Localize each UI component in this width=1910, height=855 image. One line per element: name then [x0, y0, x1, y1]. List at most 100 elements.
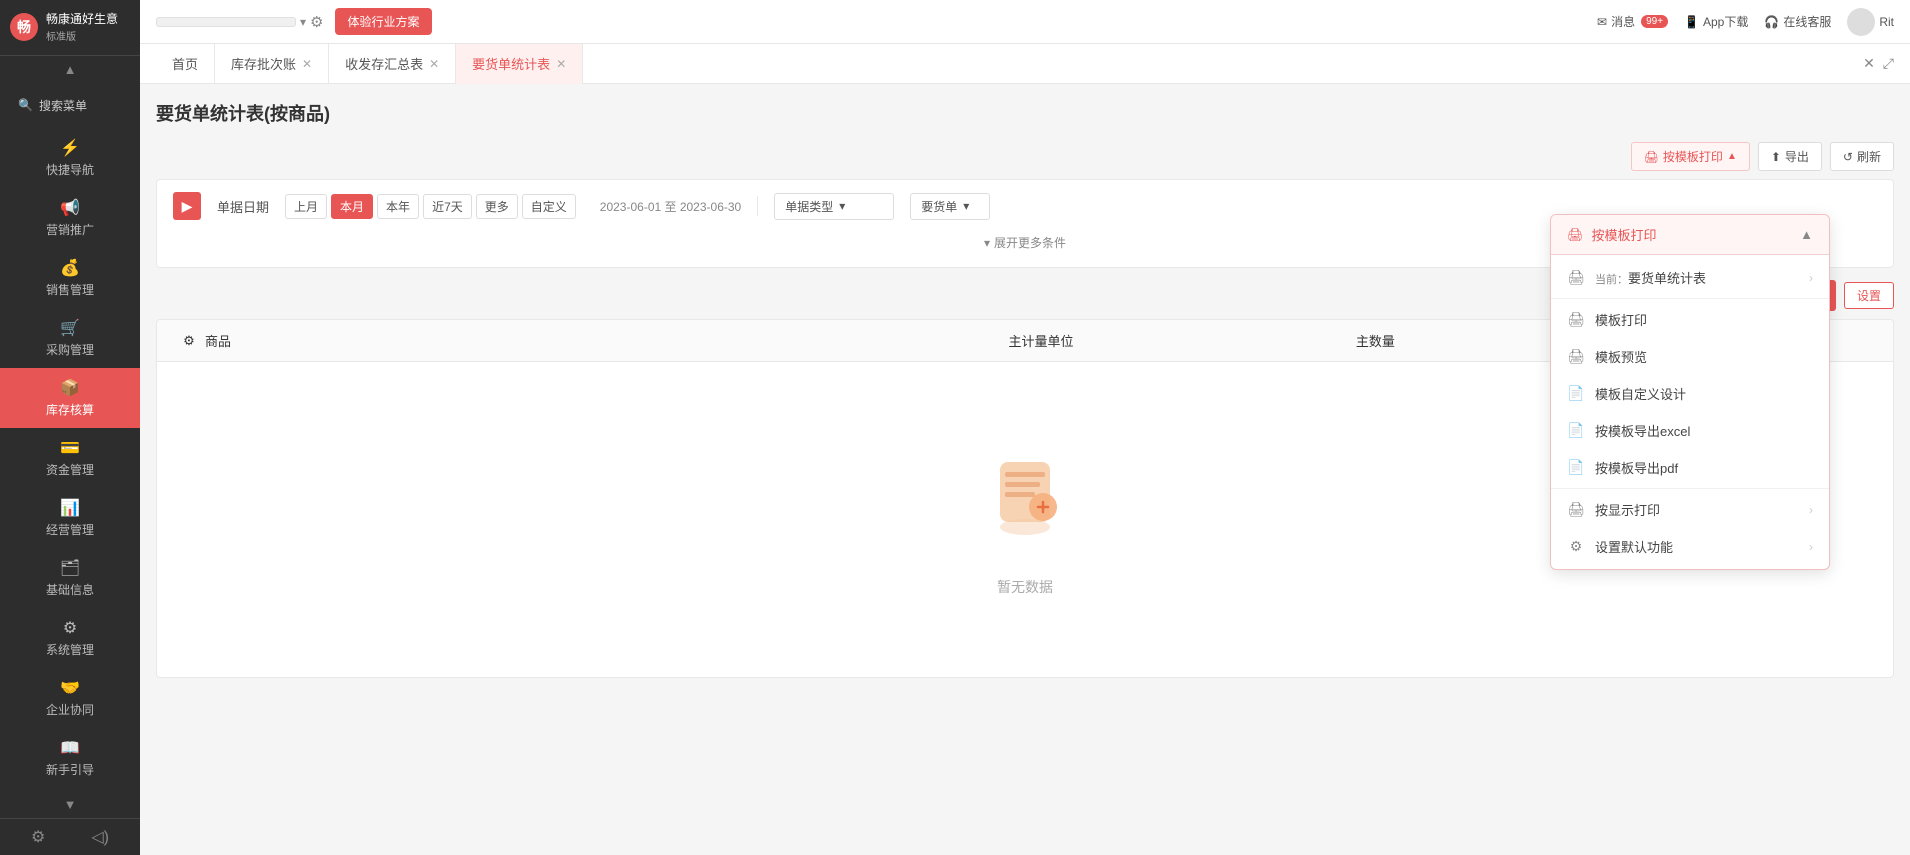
tab-order-stats[interactable]: 要货单统计表 ✕ [456, 44, 583, 84]
sidebar-item-enterprise[interactable]: 🤝 企业协同 [0, 668, 140, 728]
dropdown-item-template-preview[interactable]: 🖨 模板预览 [1551, 338, 1829, 375]
dropdown-item-template-design[interactable]: 📄 模板自定义设计 [1551, 375, 1829, 412]
enterprise-nav-icon: 🤝 [60, 678, 80, 698]
order-type-label: 单据类型 [785, 198, 833, 215]
order-type-select[interactable]: 单据类型 ▾ [774, 193, 894, 220]
sidebar: 畅 畅康通好生意 标准版 ▲ 🔍 搜索菜单 ⚡ 快捷导航 📢 营销推广 💰 销售… [0, 0, 140, 855]
content: 要货单统计表(按商品) 🖨 按模板打印 ▲ ⬆ 导出 ↺ 刷新 ▶ [140, 84, 1910, 855]
logo: 畅 畅康通好生意 标准版 [0, 0, 140, 56]
prev-month-btn[interactable]: 上月 [285, 194, 327, 219]
dropdown-collapse-icon[interactable]: ▲ [1800, 227, 1813, 242]
refresh-btn[interactable]: ↺ 刷新 [1830, 142, 1894, 171]
sidebar-scroll-down[interactable]: ▼ [0, 791, 140, 818]
tab-home[interactable]: 首页 [156, 44, 215, 84]
template-print-label: 模板打印 [1595, 310, 1813, 329]
page-title: 要货单统计表(按商品) [156, 100, 1894, 126]
tab-order-stats-close[interactable]: ✕ [556, 57, 566, 71]
display-print-label: 按显示打印 [1595, 500, 1799, 519]
enterprise-nav-label: 企业协同 [46, 701, 94, 718]
tabs-right: ✕ ⤢ [1863, 55, 1894, 72]
sidebar-item-purchase[interactable]: 🛒 采购管理 [0, 308, 140, 368]
sidebar-nav: ⚡ 快捷导航 📢 营销推广 💰 销售管理 🛒 采购管理 📦 库存核算 💳 资金管… [0, 128, 140, 791]
order-type-select-icon: ▾ [839, 199, 845, 213]
order-status-select-icon: ▾ [963, 199, 969, 213]
settings-footer-icon[interactable]: ⚙ [31, 827, 45, 847]
dropdown-item-export-pdf[interactable]: 📄 按模板导出pdf [1551, 449, 1829, 486]
settings-btn[interactable]: 设置 [1844, 282, 1894, 309]
dropdown-item-current[interactable]: 🖨 当前：要货单统计表 › [1551, 259, 1829, 296]
topbar-dropdown-arrow[interactable]: ▾ [300, 15, 306, 29]
headset-icon: 🎧 [1764, 15, 1779, 29]
custom-date-btn[interactable]: 自定义 [522, 194, 576, 219]
tab-expand-icon[interactable]: ⤢ [1883, 55, 1894, 72]
export-pdf-icon: 📄 [1567, 459, 1585, 476]
more-dates-btn[interactable]: 更多 [476, 194, 518, 219]
dropdown-item-default-setting[interactable]: ⚙ 设置默认功能 › [1551, 528, 1829, 565]
trial-btn[interactable]: 体验行业方案 [335, 8, 431, 35]
online-service-btn[interactable]: 🎧 在线客服 [1764, 13, 1831, 30]
topbar-nav-left: ▾ ⚙ [156, 13, 323, 31]
tab-batch-account[interactable]: 库存批次账 ✕ [215, 44, 329, 84]
dropdown-title: 按模板打印 [1592, 225, 1657, 244]
volume-icon[interactable]: ◁) [91, 827, 109, 847]
dropdown-item-export-excel[interactable]: 📄 按模板导出excel [1551, 412, 1829, 449]
sidebar-item-finance[interactable]: 💳 资金管理 [0, 428, 140, 488]
dropdown-section: 🖨 当前：要货单统计表 › 🖨 模板打印 🖨 模板预览 📄 [1551, 255, 1829, 569]
sidebar-scroll-up[interactable]: ▲ [0, 56, 140, 83]
divider-2 [1551, 488, 1829, 489]
order-status-select[interactable]: 要货单 ▾ [910, 193, 990, 220]
sidebar-item-sales[interactable]: 💰 销售管理 [0, 248, 140, 308]
purchase-nav-icon: 🛒 [60, 318, 80, 338]
dropdown-item-template-print[interactable]: 🖨 模板打印 [1551, 301, 1829, 338]
tab-close-all-icon[interactable]: ✕ [1863, 55, 1875, 72]
sidebar-item-marketing[interactable]: 📢 营销推广 [0, 188, 140, 248]
sidebar-search-section: 🔍 搜索菜单 [0, 83, 140, 128]
sidebar-item-quick-nav[interactable]: ⚡ 快捷导航 [0, 128, 140, 188]
dropdown-header-right: ▲ [1800, 227, 1813, 242]
col-product: 商品 [205, 331, 874, 350]
topbar-right: ✉ 消息 99+ 📱 App下载 🎧 在线客服 Rit [1597, 8, 1894, 36]
tab-batch-account-close[interactable]: ✕ [302, 57, 312, 71]
divider-1 [1551, 298, 1829, 299]
export-btn[interactable]: ⬆ 导出 [1758, 142, 1822, 171]
basic-nav-label: 基础信息 [46, 581, 94, 598]
expand-conditions-btn[interactable]: ▾ 展开更多条件 [976, 230, 1074, 255]
app-icon: 📱 [1684, 15, 1699, 29]
export-pdf-label: 按模板导出pdf [1595, 458, 1813, 477]
date-range: 2023-06-01 至 2023-06-30 [600, 198, 741, 215]
dropdown-menu: 🖨 按模板打印 ▲ 🖨 当前：要货单统计表 › 🖨 [1550, 214, 1830, 570]
last-7days-btn[interactable]: 近7天 [423, 194, 472, 219]
sales-nav-icon: 💰 [60, 258, 80, 278]
sidebar-item-guide[interactable]: 📖 新手引导 [0, 728, 140, 788]
template-design-icon: 📄 [1567, 385, 1585, 402]
current-year-btn[interactable]: 本年 [377, 194, 419, 219]
tab-receipt-summary[interactable]: 收发存汇总表 ✕ [329, 44, 456, 84]
logo-name: 畅康通好生意 [46, 12, 118, 28]
message-label: 消息 [1611, 13, 1635, 30]
topbar-search-box[interactable] [156, 17, 296, 27]
current-month-btn[interactable]: 本月 [331, 194, 373, 219]
default-setting-arrow: › [1809, 540, 1813, 554]
app-download-btn[interactable]: 📱 App下载 [1684, 13, 1748, 30]
sidebar-item-basic[interactable]: 🗂 基础信息 [0, 548, 140, 608]
template-preview-label: 模板预览 [1595, 347, 1813, 366]
default-setting-label: 设置默认功能 [1595, 537, 1799, 556]
marketing-nav-label: 营销推广 [46, 221, 94, 238]
dropdown-item-display-print[interactable]: 🖨 按显示打印 › [1551, 491, 1829, 528]
print-btn[interactable]: 🖨 按模板打印 ▲ [1631, 142, 1750, 171]
tab-receipt-summary-close[interactable]: ✕ [429, 57, 439, 71]
sidebar-item-system[interactable]: ⚙ 系统管理 [0, 608, 140, 668]
col-gear[interactable]: ⚙ [173, 333, 205, 349]
filter-expand-btn[interactable]: ▶ [173, 192, 201, 220]
current-template-arrow: › [1809, 271, 1813, 285]
sidebar-item-operations[interactable]: 📊 经营管理 [0, 488, 140, 548]
topbar-gear-icon[interactable]: ⚙ [310, 13, 323, 31]
avatar-btn[interactable]: Rit [1847, 8, 1894, 36]
inventory-nav-label: 库存核算 [46, 401, 94, 418]
dropdown-printer-icon: 🖨 [1567, 227, 1584, 243]
sidebar-item-inventory[interactable]: 📦 库存核算 [0, 368, 140, 428]
filter-expand-icon: ▶ [182, 198, 193, 215]
search-icon: 🔍 [18, 98, 33, 112]
message-btn[interactable]: ✉ 消息 99+ [1597, 13, 1668, 30]
search-menu-btn[interactable]: 🔍 搜索菜单 [10, 91, 130, 120]
